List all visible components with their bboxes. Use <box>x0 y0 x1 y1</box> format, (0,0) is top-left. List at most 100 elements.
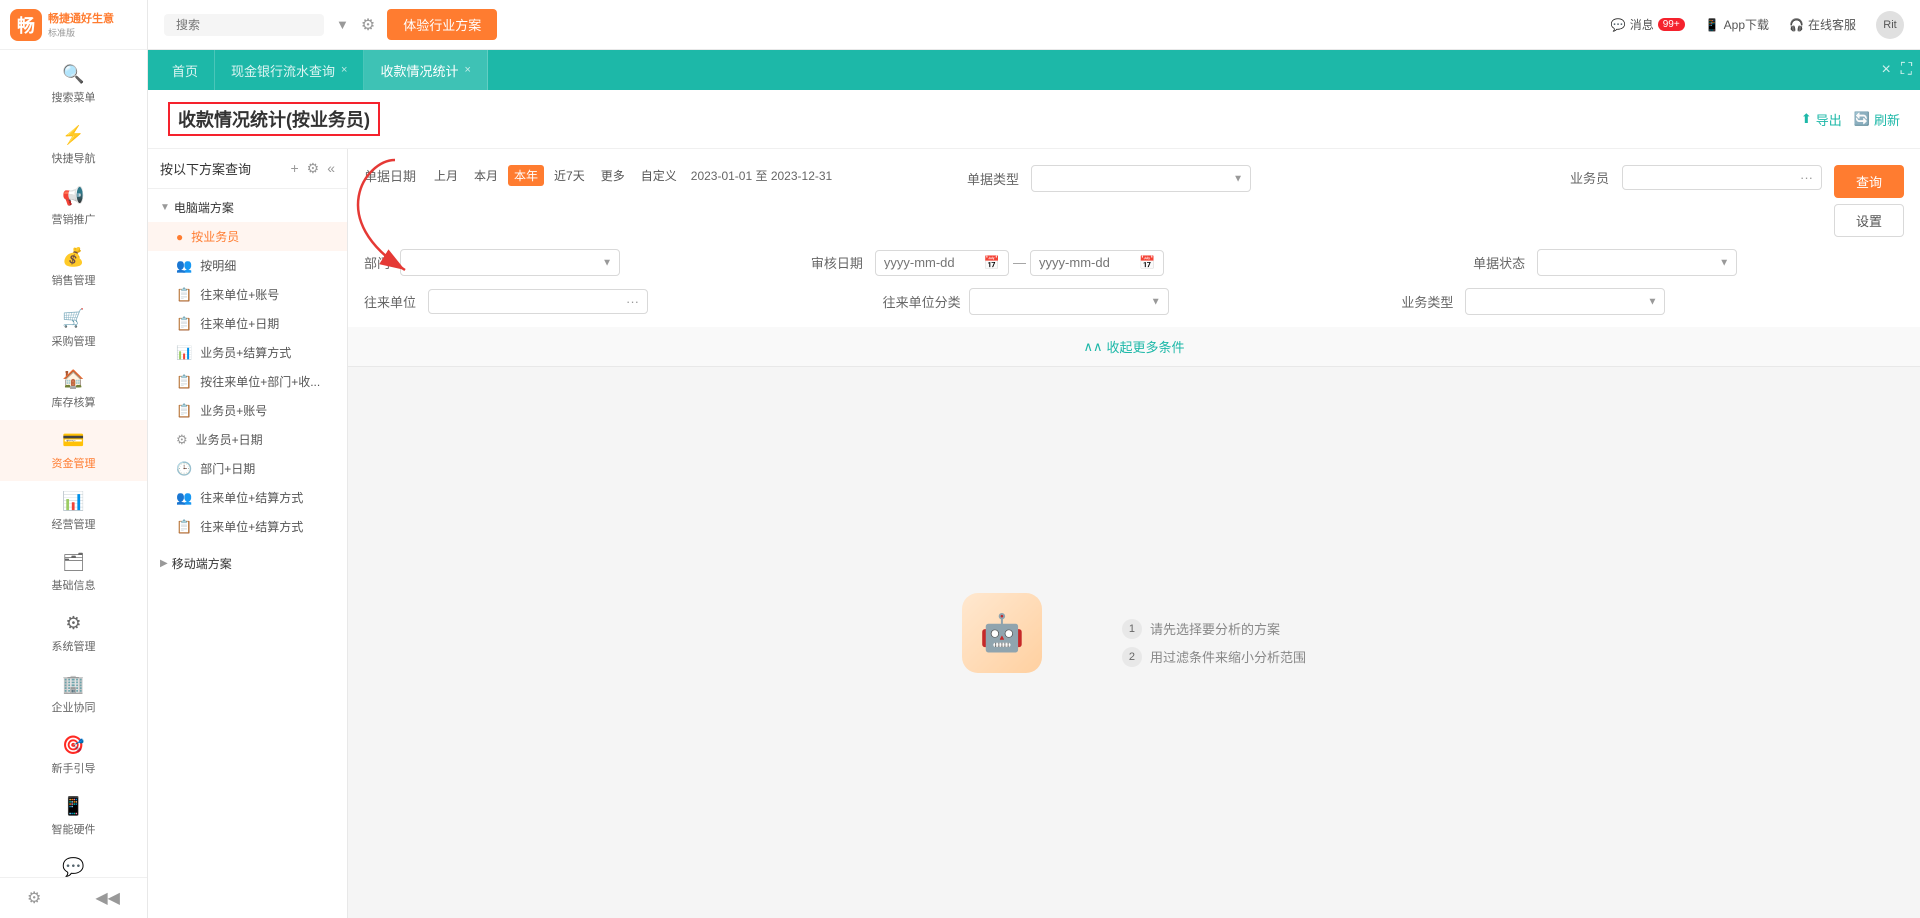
scheme-item-by-salesperson[interactable]: ● 按业务员 <box>148 222 347 251</box>
salesperson-label: 业务员 <box>1570 168 1614 187</box>
voucher-type-select[interactable] <box>1031 165 1251 192</box>
date-tab-more[interactable]: 更多 <box>595 165 631 186</box>
sidebar-item-system[interactable]: ⚙ 系统管理 <box>0 603 147 664</box>
tabs-maximize-btn[interactable]: ⛶ <box>1901 61 1912 79</box>
sidebar-item-marketing[interactable]: 📢 营销推广 <box>0 176 147 237</box>
voucher-type-label: 单据类型 <box>967 169 1023 188</box>
review-date-to-input[interactable] <box>1039 255 1139 270</box>
settings-bottom-icon[interactable]: ⚙ <box>27 888 41 908</box>
review-date-from-input[interactable] <box>884 255 984 270</box>
tab-bank-flow[interactable]: 现金银行流水查询 × <box>215 50 364 90</box>
filter-row-1: 单据日期 上月 本月 本年 近7天 更多 自定义 2023-01-01 至 20… <box>348 165 1920 237</box>
query-button[interactable]: 查询 <box>1834 165 1904 198</box>
scheme-collapse-icon[interactable]: « <box>327 160 335 177</box>
sidebar-item-purchase[interactable]: 🛒 采购管理 <box>0 298 147 359</box>
scheme-group-mobile-title[interactable]: ▶ 移动端方案 <box>148 549 347 578</box>
sidebar-item-search[interactable]: 🔍 搜索菜单 <box>0 54 147 115</box>
tab-collection-stats[interactable]: 收款情况统计 × <box>364 50 487 90</box>
sales-icon: 💰 <box>62 247 84 268</box>
salesperson-filter: 业务员 ··· <box>1570 165 1822 190</box>
scheme-item-unit-dept-collect[interactable]: 📋 按往来单位+部门+收... <box>148 367 347 396</box>
sidebar-item-finance[interactable]: 💳 资金管理 <box>0 420 147 481</box>
app-download-item[interactable]: 📱 App下载 <box>1705 16 1769 33</box>
scheme-item-unit-settle2[interactable]: 📋 往来单位+结算方式 <box>148 512 347 541</box>
sidebar-item-nav[interactable]: ⚡ 快捷导航 <box>0 115 147 176</box>
partner-more-icon[interactable]: ··· <box>626 294 639 309</box>
sidebar-item-sales[interactable]: 💰 销售管理 <box>0 237 147 298</box>
topbar-settings-icon[interactable]: ⚙ <box>361 15 375 35</box>
date-tab-this-month[interactable]: 本月 <box>468 165 504 186</box>
partner-category-label: 往来单位分类 <box>883 292 961 311</box>
voucher-status-filter: 单据状态 <box>1473 249 1904 276</box>
partner-category-select[interactable] <box>969 288 1169 315</box>
partner-category-filter: 往来单位分类 <box>883 288 1386 315</box>
voucher-status-select[interactable] <box>1537 249 1737 276</box>
message-item[interactable]: 💬 消息 99+ <box>1611 16 1685 33</box>
unit-dept-collect-icon: 📋 <box>176 374 192 390</box>
sidebar-item-inventory[interactable]: 🏠 库存核算 <box>0 359 147 420</box>
app-download-icon: 📱 <box>1705 18 1720 32</box>
scheme-item-by-detail[interactable]: 👥 按明细 <box>148 251 347 280</box>
scheme-item-salesperson-settle[interactable]: 📊 业务员+结算方式 <box>148 338 347 367</box>
export-icon: ⬆ <box>1801 111 1812 127</box>
date-tab-last-month[interactable]: 上月 <box>428 165 464 186</box>
unit-date-icon: 📋 <box>176 316 192 332</box>
dept-select[interactable] <box>400 249 620 276</box>
salesperson-scheme-icon: ● <box>176 230 183 244</box>
date-tab-7days[interactable]: 近7天 <box>548 165 591 186</box>
scheme-settings-icon[interactable]: ⚙ <box>307 160 320 177</box>
search-input[interactable] <box>164 14 324 36</box>
scheme-item-unit-date[interactable]: 📋 往来单位+日期 <box>148 309 347 338</box>
main-layout: 按以下方案查询 + ⚙ « ▼ 电脑端方案 ● 按业务员 <box>148 149 1920 918</box>
scheme-group-desktop-title[interactable]: ▼ 电脑端方案 <box>148 193 347 222</box>
filter-row-3: 往来单位 ··· 往来单位分类 <box>348 288 1920 315</box>
sidebar-item-hardware[interactable]: 📱 智能硬件 <box>0 786 147 847</box>
collapse-more-conditions[interactable]: ∧∧ 收起更多条件 <box>348 327 1920 366</box>
system-icon: ⚙ <box>65 613 81 634</box>
business-type-select[interactable] <box>1465 288 1665 315</box>
scheme-add-icon[interactable]: + <box>290 160 298 177</box>
sidebar-item-operation[interactable]: 📊 经营管理 <box>0 481 147 542</box>
tab-home[interactable]: 首页 <box>156 50 215 90</box>
sidebar-item-basic[interactable]: 🗂 基础信息 <box>0 542 147 603</box>
online-service-item[interactable]: 🎧 在线客服 <box>1789 16 1856 33</box>
trial-button[interactable]: 体验行业方案 <box>387 9 497 40</box>
scheme-item-salesperson-account[interactable]: 📋 业务员+账号 <box>148 396 347 425</box>
newbie-icon: 🎯 <box>62 735 84 756</box>
scheme-group-desktop: ▼ 电脑端方案 ● 按业务员 👥 按明细 📋 往来单位+账号 <box>148 189 347 545</box>
calendar-to-icon[interactable]: 📅 <box>1139 255 1155 271</box>
logo-text: 畅捷通好生意 标准版 <box>48 10 114 39</box>
tab-bank-flow-close[interactable]: × <box>341 64 347 76</box>
scheme-item-unit-account[interactable]: 📋 往来单位+账号 <box>148 280 347 309</box>
date-quick-tabs: 上月 本月 本年 近7天 更多 自定义 <box>428 165 683 186</box>
detail-scheme-icon: 👥 <box>176 258 192 274</box>
date-tab-this-year[interactable]: 本年 <box>508 165 544 186</box>
voucher-status-label: 单据状态 <box>1473 253 1529 272</box>
date-tab-custom[interactable]: 自定义 <box>635 165 683 186</box>
user-avatar[interactable]: Rit <box>1876 11 1904 39</box>
settings-button[interactable]: 设置 <box>1834 204 1904 237</box>
scheme-item-unit-settle1[interactable]: 👥 往来单位+结算方式 <box>148 483 347 512</box>
calendar-from-icon[interactable]: 📅 <box>984 255 1000 271</box>
refresh-icon: 🔄 <box>1854 111 1870 127</box>
partner-filter: 往来单位 ··· <box>364 289 867 314</box>
export-button[interactable]: ⬆ 导出 <box>1801 110 1842 129</box>
tabs-close-btn[interactable]: × <box>1881 61 1890 79</box>
scheme-header-icons: + ⚙ « <box>290 160 335 177</box>
finance-icon: 💳 <box>62 430 84 451</box>
tab-collection-stats-close[interactable]: × <box>464 64 470 76</box>
search-dropdown-icon[interactable]: ▼ <box>336 17 349 32</box>
scheme-item-salesperson-date[interactable]: ⚙ 业务员+日期 <box>148 425 347 454</box>
tab-bar: 首页 现金银行流水查询 × 收款情况统计 × × ⛶ <box>148 50 1920 90</box>
sidebar-item-wechat[interactable]: 💬 企业微信 <box>0 847 147 877</box>
refresh-button[interactable]: 🔄 刷新 <box>1854 110 1900 129</box>
scheme-item-dept-date[interactable]: 🕒 部门+日期 <box>148 454 347 483</box>
collapse-sidebar-icon[interactable]: ◀◀ <box>95 888 120 908</box>
sidebar-item-corp[interactable]: 🏢 企业协同 <box>0 664 147 725</box>
right-panel: 单据日期 上月 本月 本年 近7天 更多 自定义 2023-01-01 至 20… <box>348 149 1920 918</box>
unit-settle2-icon: 📋 <box>176 519 192 535</box>
sidebar-item-newbie[interactable]: 🎯 新手引导 <box>0 725 147 786</box>
review-date-from-wrapper: 📅 <box>875 250 1009 276</box>
salesperson-more-icon[interactable]: ··· <box>1800 170 1813 185</box>
action-buttons: 查询 设置 <box>1834 165 1904 237</box>
